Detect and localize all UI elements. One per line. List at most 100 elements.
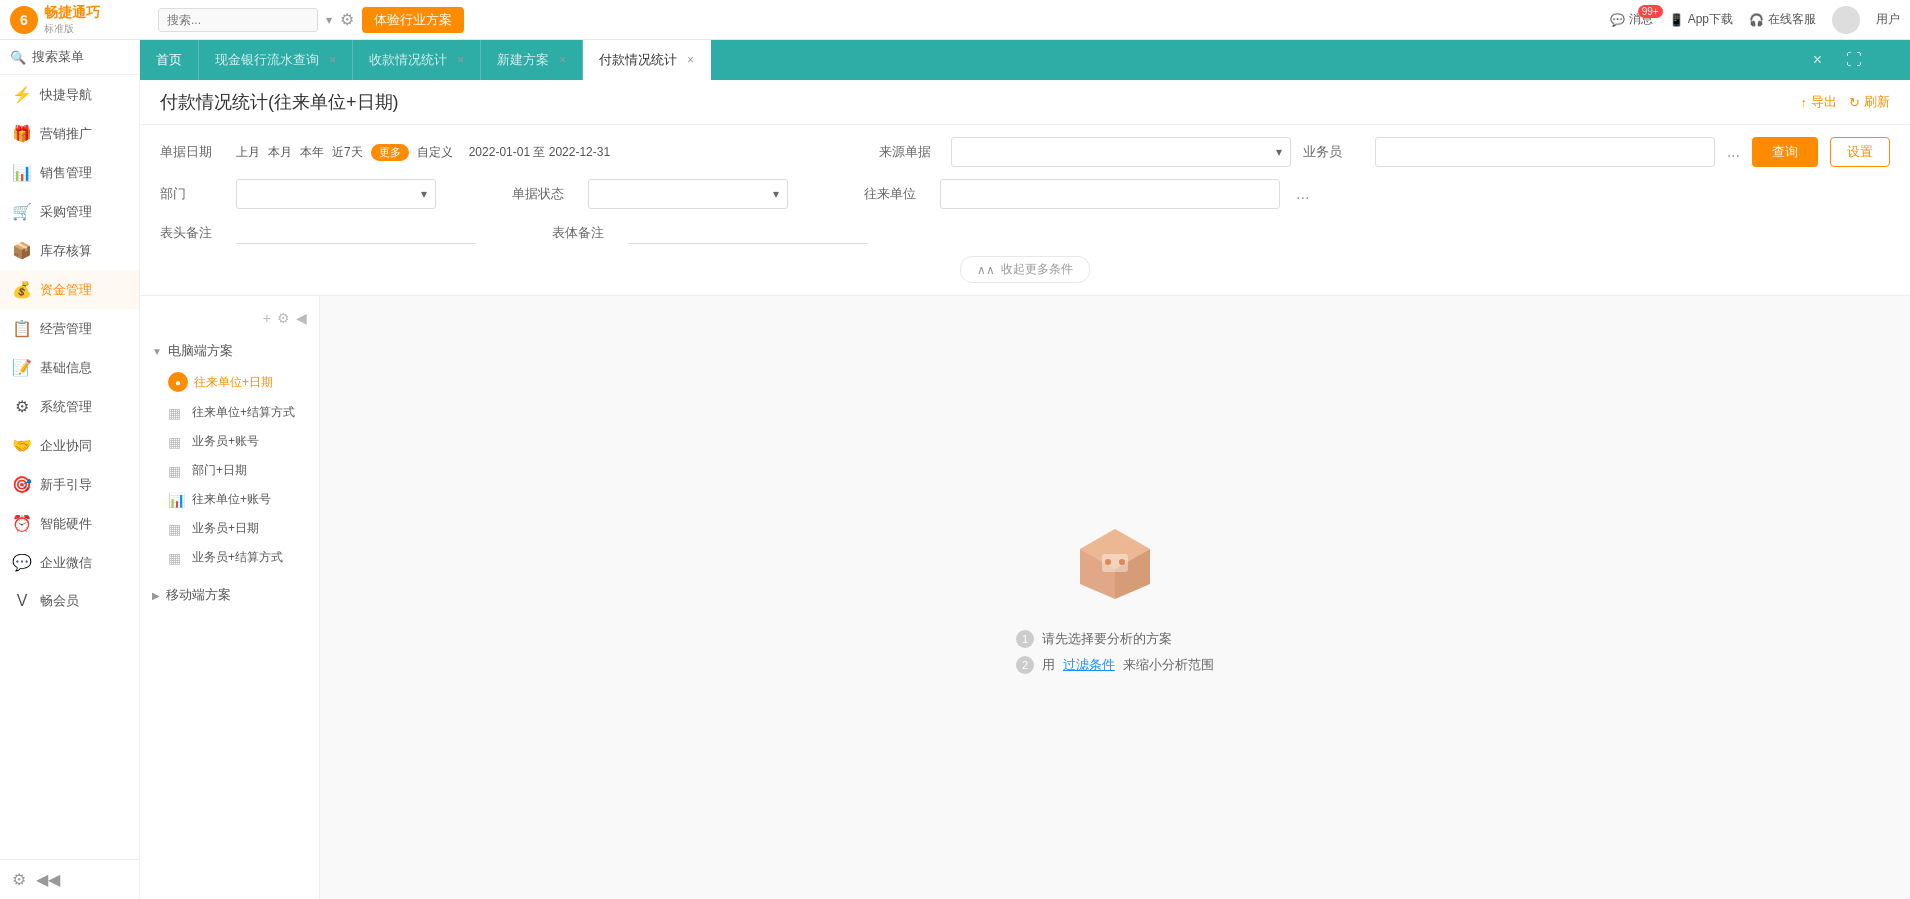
collapse-panel-icon[interactable]: ◀ bbox=[296, 310, 307, 326]
sidebar-item-system[interactable]: ⚙ 系统管理 bbox=[0, 387, 139, 426]
expand-tab-icon[interactable]: ⛶ bbox=[1838, 51, 1870, 69]
step-num-2: 2 bbox=[1016, 656, 1034, 674]
search-input[interactable] bbox=[158, 8, 318, 32]
sidebar-item-member[interactable]: V 畅会员 bbox=[0, 582, 139, 620]
source-select[interactable]: ▾ bbox=[951, 137, 1291, 167]
tab-home-label: 首页 bbox=[156, 51, 182, 69]
partner-dots[interactable]: ... bbox=[1296, 185, 1309, 203]
date-range-display: 2022-01-01 至 2022-12-31 bbox=[469, 144, 610, 161]
mobile-section-label: 移动端方案 bbox=[166, 586, 231, 604]
step-2-link[interactable]: 过滤条件 bbox=[1063, 656, 1115, 674]
tab-new-plan-close[interactable]: × bbox=[559, 53, 566, 67]
dept-filter-label: 部门 bbox=[160, 185, 220, 203]
settings-button[interactable]: 设置 bbox=[1830, 137, 1890, 167]
right-content: 1 请先选择要分析的方案 2 用 过滤条件 来缩小分析范围 bbox=[320, 296, 1910, 899]
chevron-down-icon[interactable]: ▾ bbox=[326, 13, 332, 27]
filter-area: 单据日期 上月 本月 本年 近7天 更多 自定义 2022-01-01 至 20… bbox=[140, 125, 1910, 296]
scheme-agent-settle[interactable]: ▦ 业务员+结算方式 bbox=[140, 543, 319, 572]
settings-bottom-icon[interactable]: ⚙ bbox=[12, 870, 26, 889]
tab-payment-stats[interactable]: 付款情况统计 × bbox=[583, 40, 711, 80]
tab-receipt-stats-close[interactable]: × bbox=[457, 53, 464, 67]
tab-receipt-stats[interactable]: 收款情况统计 × bbox=[353, 40, 481, 80]
table-note-input[interactable] bbox=[236, 221, 476, 244]
date-btn-last-month[interactable]: 上月 bbox=[236, 144, 260, 161]
trial-button[interactable]: 体验行业方案 bbox=[362, 7, 464, 33]
agent-filter-label: 业务员 bbox=[1303, 143, 1363, 161]
page-header: 付款情况统计(往来单位+日期) ↑ 导出 ↻ 刷新 bbox=[140, 80, 1910, 125]
user-name[interactable]: 用户 bbox=[1876, 11, 1900, 28]
export-button[interactable]: ↑ 导出 bbox=[1801, 93, 1838, 111]
scheme-settings-icon[interactable]: ⚙ bbox=[277, 310, 290, 326]
date-btn-7days[interactable]: 近7天 bbox=[332, 144, 363, 161]
collab-icon: 🤝 bbox=[12, 436, 32, 455]
doc-status-select[interactable]: ▾ bbox=[588, 179, 788, 209]
body-note-filter-label: 表体备注 bbox=[552, 224, 612, 242]
scheme-agent-date[interactable]: ▦ 业务员+日期 bbox=[140, 514, 319, 543]
guide-icon: 🎯 bbox=[12, 475, 32, 494]
sidebar-item-collab[interactable]: 🤝 企业协同 bbox=[0, 426, 139, 465]
step-1-text: 请先选择要分析的方案 bbox=[1042, 630, 1172, 648]
sidebar-item-hardware[interactable]: ⏰ 智能硬件 bbox=[0, 504, 139, 543]
tab-home[interactable]: 首页 bbox=[140, 40, 199, 80]
sidebar-item-label: 基础信息 bbox=[40, 359, 92, 377]
logo-sub: 标准版 bbox=[44, 22, 100, 36]
sidebar-item-marketing[interactable]: 🎁 营销推广 bbox=[0, 114, 139, 153]
close-tab-icon[interactable]: × bbox=[1805, 51, 1830, 69]
tab-new-plan[interactable]: 新建方案 × bbox=[481, 40, 583, 80]
sidebar-item-label: 销售管理 bbox=[40, 164, 92, 182]
doc-status-chevron-icon: ▾ bbox=[773, 187, 779, 201]
partner-select[interactable] bbox=[940, 179, 1280, 209]
agent-select[interactable] bbox=[1375, 137, 1715, 167]
sidebar-item-label: 系统管理 bbox=[40, 398, 92, 416]
sidebar-item-purchase[interactable]: 🛒 采购管理 bbox=[0, 192, 139, 231]
logo-area: 6 畅捷通巧 标准版 bbox=[10, 4, 150, 36]
sidebar-item-operations[interactable]: 📋 经营管理 bbox=[0, 309, 139, 348]
date-btn-custom[interactable]: 自定义 bbox=[417, 144, 453, 161]
dept-select[interactable]: ▾ bbox=[236, 179, 436, 209]
scheme-dept-date[interactable]: ▦ 部门+日期 bbox=[140, 456, 319, 485]
collapse-filter-btn[interactable]: ∧∧ 收起更多条件 bbox=[960, 256, 1090, 283]
sidebar-item-guide[interactable]: 🎯 新手引导 bbox=[0, 465, 139, 504]
query-button[interactable]: 查询 bbox=[1752, 137, 1818, 167]
add-scheme-icon[interactable]: + bbox=[263, 310, 271, 326]
sidebar-item-label: 采购管理 bbox=[40, 203, 92, 221]
sidebar-item-label: 经营管理 bbox=[40, 320, 92, 338]
scheme-partner-account[interactable]: 📊 往来单位+账号 bbox=[140, 485, 319, 514]
desktop-section-header[interactable]: ▼ 电脑端方案 bbox=[140, 336, 319, 366]
avatar[interactable] bbox=[1832, 6, 1860, 34]
filter-row-2: 部门 ▾ 单据状态 ▾ 往来单位 ... bbox=[160, 179, 1890, 209]
gear-icon[interactable]: ⚙ bbox=[340, 10, 354, 29]
sidebar-item-search[interactable]: 🔍 搜索菜单 bbox=[0, 40, 139, 75]
sidebar-item-sales[interactable]: 📊 销售管理 bbox=[0, 153, 139, 192]
sidebar-item-capital[interactable]: 💰 资金管理 bbox=[0, 270, 139, 309]
date-btn-more[interactable]: 更多 bbox=[371, 144, 409, 161]
online-service-btn[interactable]: 🎧 在线客服 bbox=[1749, 11, 1816, 28]
date-btn-this-year[interactable]: 本年 bbox=[300, 144, 324, 161]
sidebar-item-quick-nav[interactable]: ⚡ 快捷导航 bbox=[0, 75, 139, 114]
notification-btn[interactable]: 💬 消息 99+ bbox=[1610, 11, 1653, 28]
app-download-btn[interactable]: 📱 App下载 bbox=[1669, 11, 1733, 28]
search-icon: 🔍 bbox=[10, 50, 26, 65]
mobile-section-header[interactable]: ▶ 移动端方案 bbox=[140, 580, 319, 610]
tab-bank-flow-label: 现金银行流水查询 bbox=[215, 51, 319, 69]
sidebar-item-basic-info[interactable]: 📝 基础信息 bbox=[0, 348, 139, 387]
source-filter-label: 来源单据 bbox=[879, 143, 939, 161]
body-note-input[interactable] bbox=[628, 221, 868, 244]
sidebar-item-inventory[interactable]: 📦 库存核算 bbox=[0, 231, 139, 270]
scheme-partner-settle[interactable]: ▦ 往来单位+结算方式 bbox=[140, 398, 319, 427]
scheme-agent-account[interactable]: ▦ 业务员+账号 bbox=[140, 427, 319, 456]
active-dot-icon: ● bbox=[168, 372, 188, 392]
scheme-partner-date[interactable]: ● 往来单位+日期 bbox=[140, 366, 319, 398]
tab-payment-stats-close[interactable]: × bbox=[687, 53, 694, 67]
sidebar-item-label: 企业微信 bbox=[40, 554, 92, 572]
refresh-label: 刷新 bbox=[1864, 93, 1890, 111]
agent-dots[interactable]: ... bbox=[1727, 143, 1740, 161]
refresh-button[interactable]: ↻ 刷新 bbox=[1849, 93, 1890, 111]
sidebar-item-wechat[interactable]: 💬 企业微信 bbox=[0, 543, 139, 582]
tab-bank-flow[interactable]: 现金银行流水查询 × bbox=[199, 40, 353, 80]
service-icon: 🎧 bbox=[1749, 13, 1764, 27]
date-btn-this-month[interactable]: 本月 bbox=[268, 144, 292, 161]
tab-payment-stats-label: 付款情况统计 bbox=[599, 51, 677, 69]
collapse-sidebar-icon[interactable]: ◀◀ bbox=[36, 870, 60, 889]
tab-bank-flow-close[interactable]: × bbox=[329, 53, 336, 67]
